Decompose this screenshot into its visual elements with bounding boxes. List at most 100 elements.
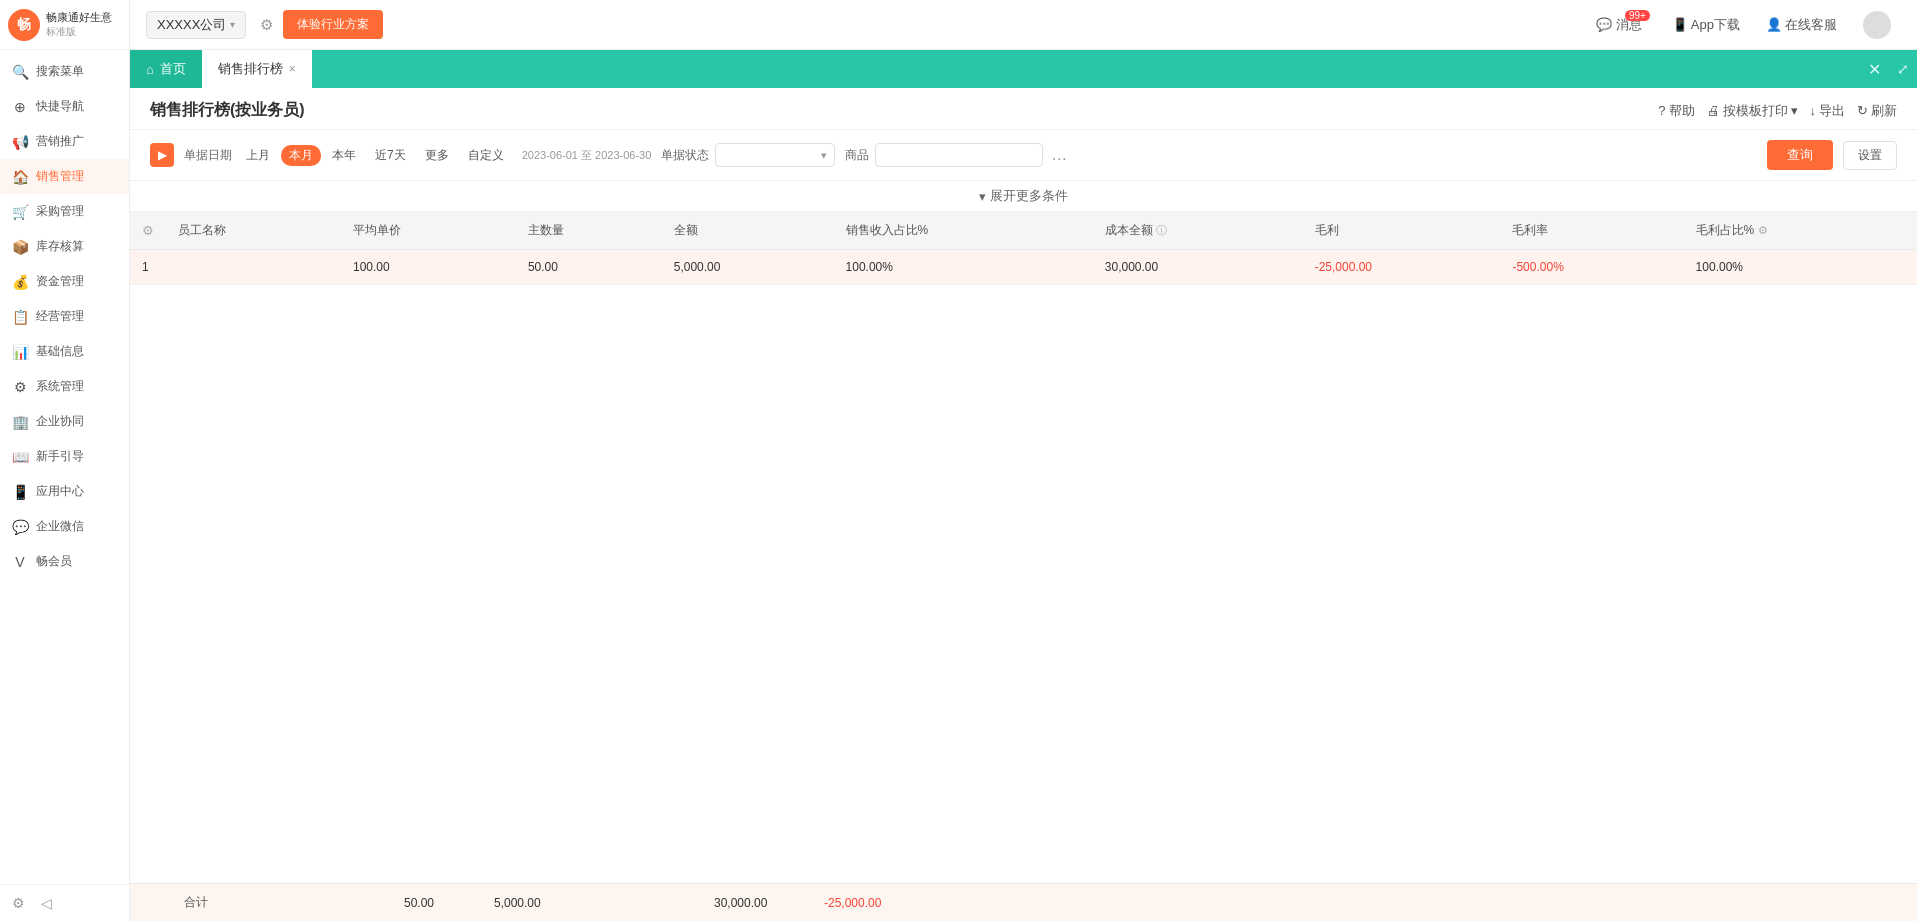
sidebar-item-member[interactable]: V 畅会员 [0, 544, 129, 579]
th-qty: 主数量 [516, 212, 662, 250]
topbar-settings-icon[interactable]: ⚙ [260, 16, 273, 34]
date-filter-group: 单据日期 上月 本月 本年 近7天 更多 自定义 2023-06-01 至 20… [184, 145, 651, 166]
table-row: 1 100.00 50.00 5,000.00 100.00% 30,000.0… [130, 250, 1917, 285]
column-settings-icon[interactable]: ⚙ [142, 223, 154, 238]
goods-input[interactable] [875, 143, 1043, 167]
export-btn[interactable]: ↓ 导出 [1810, 102, 1846, 120]
topbar: XXXXX公司 ▾ ⚙ 体验行业方案 💬 消息 99+ 📱 App下载 👤 在线… [130, 0, 1917, 50]
td-gross-rate: -500.00% [1500, 250, 1683, 285]
sidebar-item-system[interactable]: ⚙ 系统管理 [0, 369, 129, 404]
footer-qty: 50.00 [392, 896, 482, 910]
date-tab-7days[interactable]: 近7天 [367, 145, 414, 166]
message-btn[interactable]: 💬 消息 99+ [1596, 16, 1642, 34]
tab-close-icon[interactable]: × [289, 62, 296, 76]
logo-icon: 畅 [8, 9, 40, 41]
sidebar-icon-basic: 📊 [12, 344, 28, 360]
refresh-icon: ↻ [1857, 103, 1868, 118]
status-select[interactable] [715, 143, 835, 167]
td-sales-pct: 100.00% [834, 250, 1093, 285]
refresh-btn[interactable]: ↻ 刷新 [1857, 102, 1897, 120]
industry-btn[interactable]: 体验行业方案 [283, 10, 383, 39]
query-btn[interactable]: 查询 [1767, 140, 1833, 170]
app-download-btn[interactable]: 📱 App下载 [1672, 16, 1740, 34]
date-tabs: 上月 本月 本年 近7天 更多 自定义 [238, 145, 512, 166]
goods-filter-group: 商品 … [845, 143, 1067, 167]
sidebar-item-guide[interactable]: 📖 新手引导 [0, 439, 129, 474]
online-service-btn[interactable]: 👤 在线客服 [1766, 16, 1837, 34]
filter-collapse-btn[interactable]: ▶ [150, 143, 174, 167]
date-range-display: 2023-06-01 至 2023-06-30 [522, 148, 652, 163]
tabbar-expand-icon[interactable]: ⤢ [1889, 61, 1917, 77]
sidebar-item-basic[interactable]: 📊 基础信息 [0, 334, 129, 369]
sidebar-label-purchase: 采购管理 [36, 203, 84, 220]
tab-sales-rank[interactable]: 销售排行榜 × [202, 50, 312, 88]
sidebar-item-marketing[interactable]: 📢 营销推广 [0, 124, 129, 159]
sidebar-icon-marketing: 📢 [12, 134, 28, 150]
filter-settings-btn[interactable]: 设置 [1843, 141, 1897, 170]
sidebar-icon-guide: 📖 [12, 449, 28, 465]
sidebar-item-sales[interactable]: 🏠 销售管理 [0, 159, 129, 194]
sidebar-item-wechat[interactable]: 💬 企业微信 [0, 509, 129, 544]
sidebar-item-inventory[interactable]: 📦 库存核算 [0, 229, 129, 264]
sidebar-label-shortcut: 快捷导航 [36, 98, 84, 115]
tabbar-close-all-icon[interactable]: ✕ [1860, 60, 1889, 79]
sidebar-collapse-icon[interactable]: ◁ [41, 895, 52, 911]
th-avg-price: 平均单价 [341, 212, 516, 250]
tab-home[interactable]: ⌂ 首页 [130, 50, 202, 88]
td-cost: 30,000.00 [1093, 250, 1303, 285]
date-tab-more[interactable]: 更多 [417, 145, 457, 166]
print-btn[interactable]: 🖨 按模板打印 ▾ [1707, 102, 1798, 120]
page-content: 销售排行榜(按业务员) ? 帮助 🖨 按模板打印 ▾ ↓ 导出 ↻ 刷新 [130, 88, 1917, 921]
td-index: 1 [130, 250, 166, 285]
sidebar-bottom: ⚙ ◁ [0, 884, 129, 921]
date-tab-custom[interactable]: 自定义 [460, 145, 512, 166]
footer-cost: 30,000.00 [702, 896, 812, 910]
table-footer: 合计 50.00 5,000.00 30,000.00 -25,000.00 [130, 883, 1917, 921]
sidebar-item-purchase[interactable]: 🛒 采购管理 [0, 194, 129, 229]
sidebar-item-enterprise[interactable]: 🏢 企业协同 [0, 404, 129, 439]
th-sales-pct: 销售收入占比% [834, 212, 1093, 250]
sidebar-icon-search: 🔍 [12, 64, 28, 80]
status-select-wrapper [715, 143, 835, 167]
filter-bar: ▶ 单据日期 上月 本月 本年 近7天 更多 自定义 2023-06-01 至 … [130, 130, 1917, 181]
date-tab-last-month[interactable]: 上月 [238, 145, 278, 166]
sidebar: 畅 畅康通好生意 标准版 🔍 搜索菜单 ⊕ 快捷导航 📢 营销推广 🏠 销售管理… [0, 0, 130, 921]
app-icon: 📱 [1672, 17, 1688, 32]
sidebar-settings-icon[interactable]: ⚙ [12, 895, 25, 911]
sidebar-item-search[interactable]: 🔍 搜索菜单 [0, 54, 129, 89]
sidebar-item-finance[interactable]: 💰 资金管理 [0, 264, 129, 299]
sidebar-icon-appstore: 📱 [12, 484, 28, 500]
sidebar-label-basic: 基础信息 [36, 343, 84, 360]
th-name: 员工名称 [166, 212, 341, 250]
company-selector[interactable]: XXXXX公司 ▾ [146, 11, 246, 39]
logo-text: 畅康通好生意 标准版 [46, 10, 112, 38]
th-cost: 成本全额 ⓘ [1093, 212, 1303, 250]
sidebar-label-finance: 资金管理 [36, 273, 84, 290]
date-filter-label: 单据日期 [184, 147, 232, 164]
date-tab-this-year[interactable]: 本年 [324, 145, 364, 166]
td-amount: 5,000.00 [662, 250, 834, 285]
sidebar-item-operation[interactable]: 📋 经营管理 [0, 299, 129, 334]
td-name [166, 250, 341, 285]
sidebar-item-appstore[interactable]: 📱 应用中心 [0, 474, 129, 509]
help-btn[interactable]: ? 帮助 [1658, 102, 1694, 120]
sidebar-icon-inventory: 📦 [12, 239, 28, 255]
service-icon: 👤 [1766, 17, 1782, 32]
th-gross: 毛利 [1303, 212, 1501, 250]
help-icon: ? [1658, 103, 1665, 118]
sidebar-label-appstore: 应用中心 [36, 483, 84, 500]
footer-amount: 5,000.00 [482, 896, 592, 910]
td-avg-price: 100.00 [341, 250, 516, 285]
print-dropdown-icon: ▾ [1791, 103, 1798, 118]
sidebar-label-enterprise: 企业协同 [36, 413, 84, 430]
sidebar-icon-system: ⚙ [12, 379, 28, 395]
sidebar-item-shortcut[interactable]: ⊕ 快捷导航 [0, 89, 129, 124]
date-tab-this-month[interactable]: 本月 [281, 145, 321, 166]
sidebar-icon-enterprise: 🏢 [12, 414, 28, 430]
logo-area: 畅 畅康通好生意 标准版 [0, 0, 129, 50]
user-avatar[interactable] [1863, 11, 1891, 39]
message-badge: 99+ [1625, 10, 1650, 21]
expand-more-bar[interactable]: ▾ 展开更多条件 [130, 181, 1917, 212]
tab-sales-rank-label: 销售排行榜 [218, 60, 283, 78]
goods-more-icon[interactable]: … [1051, 146, 1067, 164]
